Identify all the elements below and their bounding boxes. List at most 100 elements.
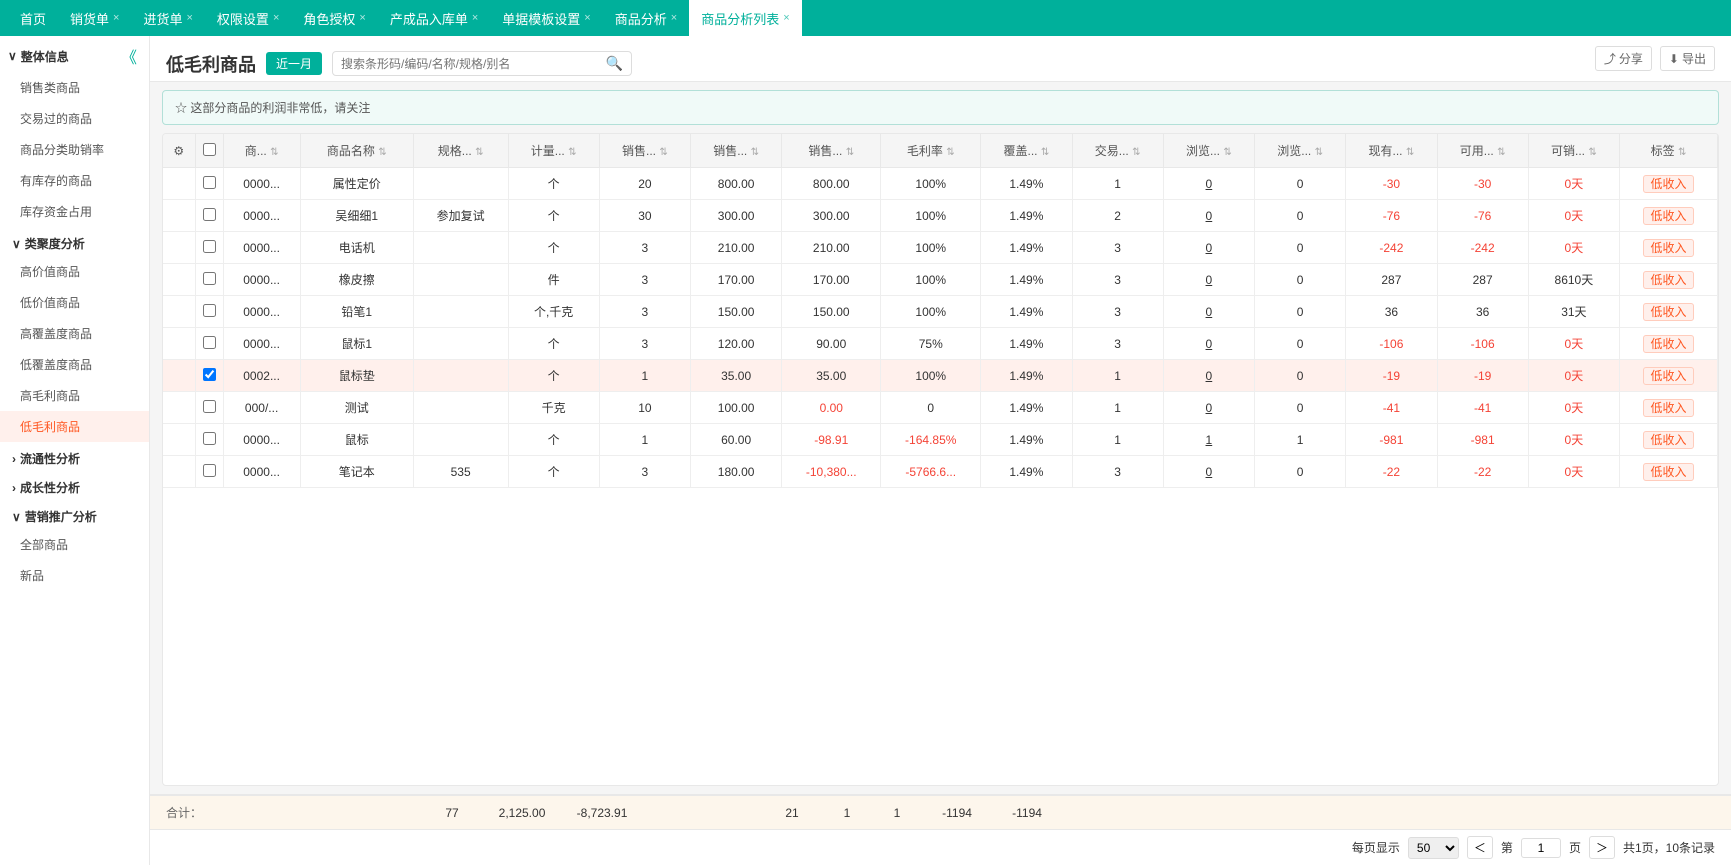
sidebar-item-high-value[interactable]: 高价值商品: [0, 256, 149, 287]
sidebar-item-sales-goods[interactable]: 销售类商品: [0, 72, 149, 103]
page-size-select[interactable]: 50 100 200: [1408, 837, 1459, 859]
row-view1[interactable]: 0: [1163, 392, 1254, 424]
row-available: -242: [1437, 232, 1528, 264]
sidebar-group-overall[interactable]: ∨ 整体信息: [8, 48, 69, 65]
sidebar-item-low-coverage[interactable]: 低覆盖度商品: [0, 349, 149, 380]
row-checkbox[interactable]: [195, 360, 223, 392]
row-checkbox[interactable]: [195, 168, 223, 200]
row-checkbox[interactable]: [195, 200, 223, 232]
row-checkbox[interactable]: [195, 392, 223, 424]
row-select-checkbox[interactable]: [203, 432, 216, 445]
settings-col-header[interactable]: ⚙: [163, 134, 195, 168]
col-header-gross-margin[interactable]: 毛利率 ⇅: [881, 134, 981, 168]
row-name: 铅笔1: [300, 296, 413, 328]
sidebar-item-stock-capital[interactable]: 库存资金占用: [0, 196, 149, 227]
row-select-checkbox[interactable]: [203, 272, 216, 285]
checkbox-col-header[interactable]: [195, 134, 223, 168]
row-select-checkbox[interactable]: [203, 464, 216, 477]
sidebar-item-traded-goods[interactable]: 交易过的商品: [0, 103, 149, 134]
row-select-checkbox[interactable]: [203, 304, 216, 317]
sidebar-group-marketing[interactable]: ∨ 营销推广分析: [0, 500, 149, 529]
row-spec: [413, 168, 508, 200]
col-header-available[interactable]: 可用... ⇅: [1437, 134, 1528, 168]
row-view1[interactable]: 1: [1163, 424, 1254, 456]
row-checkbox[interactable]: [195, 328, 223, 360]
sidebar-item-stocked-goods[interactable]: 有库存的商品: [0, 165, 149, 196]
row-select-checkbox[interactable]: [203, 240, 216, 253]
page-number-input[interactable]: [1521, 838, 1561, 858]
row-tag: 低收入: [1620, 456, 1718, 488]
col-header-sale-profit[interactable]: 销售... ⇅: [782, 134, 881, 168]
col-header-transaction[interactable]: 交易... ⇅: [1072, 134, 1163, 168]
close-icon[interactable]: ×: [783, 12, 789, 24]
sidebar-group-growth[interactable]: › 成长性分析: [0, 471, 149, 500]
col-header-view2[interactable]: 浏览... ⇅: [1255, 134, 1346, 168]
col-header-saleable[interactable]: 可销... ⇅: [1528, 134, 1619, 168]
col-header-view1[interactable]: 浏览... ⇅: [1163, 134, 1254, 168]
prev-page-button[interactable]: ＜: [1467, 836, 1493, 859]
col-header-name[interactable]: 商品名称 ⇅: [300, 134, 413, 168]
nav-role-auth[interactable]: 角色授权 ×: [291, 0, 377, 36]
arrow-right-icon: ›: [12, 481, 16, 495]
sidebar-item-new-goods[interactable]: 新品: [0, 560, 149, 591]
tag-badge: 低收入: [1643, 335, 1693, 353]
nav-sales-order[interactable]: 销货单 ×: [58, 0, 131, 36]
row-select-checkbox[interactable]: [203, 368, 216, 381]
row-select-checkbox[interactable]: [203, 336, 216, 349]
sidebar-item-high-coverage[interactable]: 高覆盖度商品: [0, 318, 149, 349]
nav-permission[interactable]: 权限设置 ×: [205, 0, 291, 36]
close-icon[interactable]: ×: [671, 12, 677, 24]
next-page-button[interactable]: ＞: [1589, 836, 1615, 859]
sidebar-item-high-margin[interactable]: 高毛利商品: [0, 380, 149, 411]
row-view1[interactable]: 0: [1163, 360, 1254, 392]
sidebar-item-low-value[interactable]: 低价值商品: [0, 287, 149, 318]
nav-product-inbound[interactable]: 产成品入库单 ×: [378, 0, 490, 36]
close-icon[interactable]: ×: [273, 12, 279, 24]
row-view1[interactable]: 0: [1163, 168, 1254, 200]
row-checkbox[interactable]: [195, 264, 223, 296]
col-header-coverage[interactable]: 覆盖... ⇅: [981, 134, 1072, 168]
close-icon[interactable]: ×: [472, 12, 478, 24]
sidebar-collapse-button[interactable]: 《: [117, 44, 141, 68]
row-view1[interactable]: 0: [1163, 264, 1254, 296]
row-view1[interactable]: 0: [1163, 232, 1254, 264]
row-view1[interactable]: 0: [1163, 200, 1254, 232]
row-checkbox[interactable]: [195, 456, 223, 488]
total-transaction: 21: [762, 806, 822, 820]
row-view1[interactable]: 0: [1163, 456, 1254, 488]
sidebar-item-category-rate[interactable]: 商品分类助销率: [0, 134, 149, 165]
col-header-spec[interactable]: 规格... ⇅: [413, 134, 508, 168]
nav-purchase-order[interactable]: 进货单 ×: [131, 0, 204, 36]
nav-template-settings[interactable]: 单据模板设置 ×: [490, 0, 602, 36]
search-input[interactable]: [341, 57, 606, 71]
nav-product-analysis-list[interactable]: 商品分析列表 ×: [689, 0, 801, 36]
export-button[interactable]: ⬇ 导出: [1660, 46, 1715, 71]
close-icon[interactable]: ×: [186, 12, 192, 24]
sidebar-group-cluster[interactable]: ∨ 类聚度分析: [0, 227, 149, 256]
close-icon[interactable]: ×: [584, 12, 590, 24]
row-view1[interactable]: 0: [1163, 328, 1254, 360]
time-filter-button[interactable]: 近一月: [266, 52, 322, 75]
close-icon[interactable]: ×: [359, 12, 365, 24]
row-checkbox[interactable]: [195, 232, 223, 264]
col-header-current-stock[interactable]: 现有... ⇅: [1346, 134, 1437, 168]
col-header-unit[interactable]: 计量... ⇅: [508, 134, 599, 168]
col-header-sale-qty[interactable]: 销售... ⇅: [599, 134, 690, 168]
nav-product-analysis[interactable]: 商品分析 ×: [603, 0, 689, 36]
close-icon[interactable]: ×: [113, 12, 119, 24]
row-select-checkbox[interactable]: [203, 176, 216, 189]
col-header-sale-price[interactable]: 销售... ⇅: [691, 134, 782, 168]
share-button[interactable]: ⤴ 分享: [1595, 46, 1652, 71]
nav-home[interactable]: 首页: [8, 0, 58, 36]
row-checkbox[interactable]: [195, 296, 223, 328]
row-view1[interactable]: 0: [1163, 296, 1254, 328]
row-checkbox[interactable]: [195, 424, 223, 456]
sidebar-group-circulation[interactable]: › 流通性分析: [0, 442, 149, 471]
select-all-checkbox[interactable]: [203, 143, 216, 156]
col-header-code[interactable]: 商... ⇅: [223, 134, 300, 168]
row-select-checkbox[interactable]: [203, 400, 216, 413]
sidebar-item-low-margin[interactable]: 低毛利商品: [0, 411, 149, 442]
col-header-tag[interactable]: 标签 ⇅: [1620, 134, 1718, 168]
sidebar-item-all-goods[interactable]: 全部商品: [0, 529, 149, 560]
row-select-checkbox[interactable]: [203, 208, 216, 221]
